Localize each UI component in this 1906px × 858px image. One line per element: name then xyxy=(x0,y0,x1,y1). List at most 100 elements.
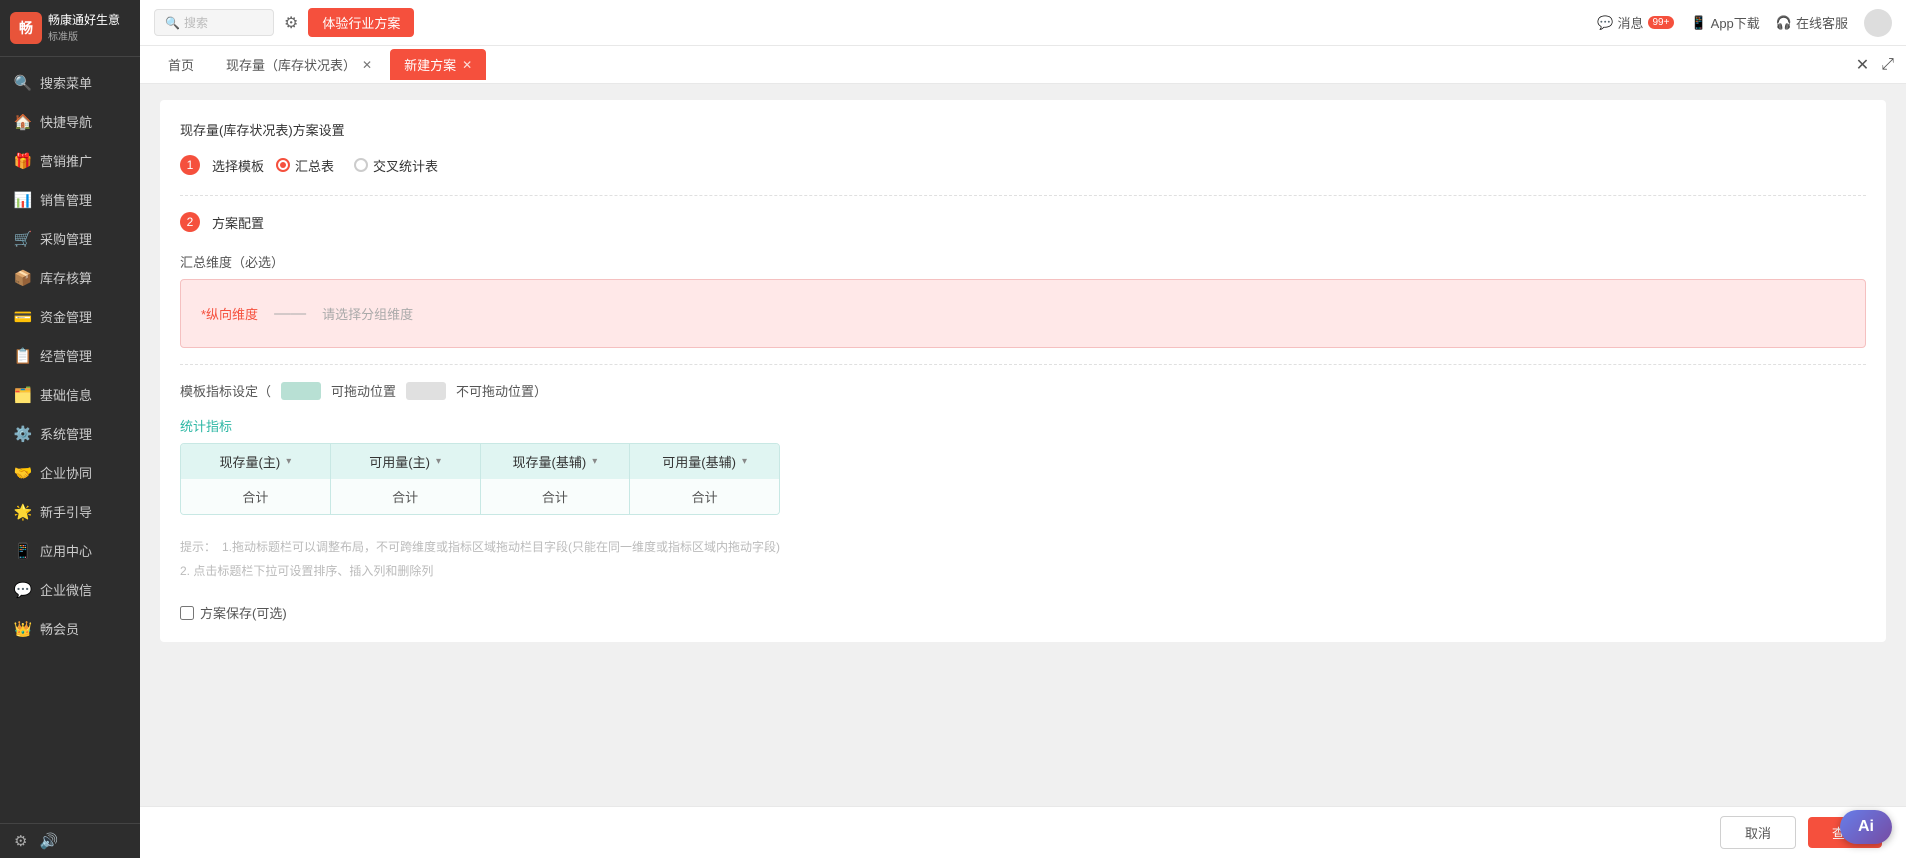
marketing-icon: 🎁 xyxy=(14,152,32,170)
col2-chevron-icon: ▾ xyxy=(436,456,441,467)
tab-new-plan[interactable]: 新建方案 ✕ xyxy=(390,49,486,80)
sidebar-item-label: 搜索菜单 xyxy=(40,73,92,92)
col4-header[interactable]: 可用量(基辅) ▾ xyxy=(630,444,779,479)
col2-header[interactable]: 可用量(主) ▾ xyxy=(331,444,481,479)
basic-info-icon: 🗂️ xyxy=(14,386,32,404)
dimension-area[interactable]: *纵向维度 —— 请选择分组维度 xyxy=(180,279,1866,348)
tab-home[interactable]: 首页 xyxy=(154,49,208,80)
radio-summary[interactable]: 汇总表 xyxy=(276,156,334,175)
col2-sub: 合计 xyxy=(392,487,418,506)
step2-header: 2 方案配置 xyxy=(180,212,1866,232)
enterprise-wechat-icon: 💬 xyxy=(14,581,32,599)
sidebar-item-finance[interactable]: 💳 资金管理 xyxy=(0,297,140,336)
save-checkbox[interactable] xyxy=(180,606,194,620)
col1-body: 合计 xyxy=(181,479,331,514)
stats-table: 现存量(主) ▾ 可用量(主) ▾ 现存量(基辅) ▾ 可用量(基辅) ▾ xyxy=(180,443,780,515)
dim-arrow: —— xyxy=(274,305,306,323)
sidebar-item-marketing[interactable]: 🎁 营销推广 xyxy=(0,141,140,180)
expand-icon[interactable]: ⤢ xyxy=(1877,52,1898,78)
home-tab-label: 首页 xyxy=(168,55,194,74)
indicator-label-text: 模板指标设定（ xyxy=(180,381,271,400)
new-tab-close-icon[interactable]: ✕ xyxy=(462,58,472,72)
settings-icon[interactable]: ⚙ xyxy=(14,832,27,850)
app-download-label: App下载 xyxy=(1711,13,1760,32)
sidebar-item-system[interactable]: ⚙️ 系统管理 xyxy=(0,414,140,453)
col4-label: 可用量(基辅) xyxy=(662,452,736,471)
tip-1: 1.拖动标题栏可以调整布局，不可跨维度或指标区域拖动栏目字段(只能在同一维度或指… xyxy=(222,535,780,559)
cancel-button[interactable]: 取消 xyxy=(1720,816,1796,849)
sidebar-item-inventory[interactable]: 📦 库存核算 xyxy=(0,258,140,297)
col1-chevron-icon: ▾ xyxy=(286,456,291,467)
tip-line-2: 2. 点击标题栏下拉可设置排序、插入列和删除列 xyxy=(180,559,1866,583)
search-box[interactable]: 🔍 搜索 xyxy=(154,9,274,36)
sidebar-item-cooperation[interactable]: 🤝 企业协同 xyxy=(0,453,140,492)
col2-body: 合计 xyxy=(331,479,481,514)
message-icon: 💬 xyxy=(1597,15,1613,31)
sidebar-item-label: 基础信息 xyxy=(40,385,92,404)
ai-fab-button[interactable]: Ai xyxy=(1840,810,1892,844)
sidebar-item-purchase[interactable]: 🛒 采购管理 xyxy=(0,219,140,258)
new-tab-label: 新建方案 xyxy=(404,55,456,74)
radio-cross-dot xyxy=(354,158,368,172)
tip-line-1: 提示： 1.拖动标题栏可以调整布局，不可跨维度或指标区域拖动栏目字段(只能在同一… xyxy=(180,535,1866,559)
sidebar-item-label: 库存核算 xyxy=(40,268,92,287)
page-title: 现存量(库存状况表)方案设置 xyxy=(180,120,1866,139)
topbar-right: 💬 消息 99+ 📱 App下载 🎧 在线客服 xyxy=(1597,9,1892,37)
col3-header[interactable]: 现存量(基辅) ▾ xyxy=(481,444,631,479)
trial-btn[interactable]: 体验行业方案 xyxy=(308,8,414,37)
message-item[interactable]: 💬 消息 99+ xyxy=(1597,13,1674,32)
radio-cross[interactable]: 交叉统计表 xyxy=(354,156,438,175)
finance-icon: 💳 xyxy=(14,308,32,326)
radio-cross-label: 交叉统计表 xyxy=(373,156,438,175)
tab-inventory[interactable]: 现存量（库存状况表） ✕ xyxy=(212,49,386,80)
sidebar-item-label: 销售管理 xyxy=(40,190,92,209)
topbar: 🔍 搜索 ⚙ 体验行业方案 💬 消息 99+ 📱 App下载 🎧 在线客服 xyxy=(140,0,1906,46)
radio-summary-dot xyxy=(276,158,290,172)
sound-icon[interactable]: 🔊 xyxy=(39,832,58,850)
app-download-item[interactable]: 📱 App下载 xyxy=(1690,13,1759,32)
footer-bar: 取消 查询 xyxy=(140,806,1906,858)
operations-icon: 📋 xyxy=(14,347,32,365)
col1-label: 现存量(主) xyxy=(220,452,281,471)
app-edition: 标准版 xyxy=(48,28,120,43)
dim-divider xyxy=(180,364,1866,365)
col1-header[interactable]: 现存量(主) ▾ xyxy=(181,444,331,479)
purchase-icon: 🛒 xyxy=(14,230,32,248)
sidebar-item-new-guide[interactable]: 🌟 新手引导 xyxy=(0,492,140,531)
app-logo: 畅 畅康通好生意 标准版 xyxy=(0,0,140,57)
search-icon: 🔍 xyxy=(165,16,180,30)
sidebar-item-operations[interactable]: 📋 经营管理 xyxy=(0,336,140,375)
gear-icon[interactable]: ⚙ xyxy=(284,13,298,33)
sidebar-item-sales[interactable]: 📊 销售管理 xyxy=(0,180,140,219)
sidebar-item-app-center[interactable]: 📱 应用中心 xyxy=(0,531,140,570)
headset-icon: 🎧 xyxy=(1776,15,1792,31)
phone-icon: 📱 xyxy=(1690,15,1706,31)
save-label: 方案保存(可选) xyxy=(200,603,287,622)
membership-icon: 👑 xyxy=(14,620,32,638)
sidebar-item-label: 资金管理 xyxy=(40,307,92,326)
sidebar-item-search-menu[interactable]: 🔍 搜索菜单 xyxy=(0,63,140,102)
sidebar-item-membership[interactable]: 👑 畅会员 xyxy=(0,609,140,648)
inventory-icon: 📦 xyxy=(14,269,32,287)
radio-summary-label: 汇总表 xyxy=(295,156,334,175)
tips-title: 提示： xyxy=(180,535,216,559)
sidebar-bottom: ⚙ 🔊 xyxy=(0,823,140,858)
dim-required-label: *纵向维度 xyxy=(201,304,258,323)
draggable-label: 可拖动位置 xyxy=(331,381,396,400)
inventory-tab-close-icon[interactable]: ✕ xyxy=(362,58,372,72)
new-guide-icon: 🌟 xyxy=(14,503,32,521)
user-avatar[interactable] xyxy=(1864,9,1892,37)
app-icon: 畅 xyxy=(10,12,42,44)
close-icon[interactable]: ✕ xyxy=(1852,51,1873,79)
sidebar-item-basic-info[interactable]: 🗂️ 基础信息 xyxy=(0,375,140,414)
sales-icon: 📊 xyxy=(14,191,32,209)
sidebar-item-quick-nav[interactable]: 🏠 快捷导航 xyxy=(0,102,140,141)
online-service-item[interactable]: 🎧 在线客服 xyxy=(1776,13,1848,32)
sidebar-item-enterprise-wechat[interactable]: 💬 企业微信 xyxy=(0,570,140,609)
sidebar-item-label: 应用中心 xyxy=(40,541,92,560)
indicator-row: 模板指标设定（ 可拖动位置 不可拖动位置） xyxy=(180,381,1866,400)
col3-sub: 合计 xyxy=(542,487,568,506)
content-area: 现存量(库存状况表)方案设置 1 选择模板 汇总表 交叉统计表 xyxy=(140,84,1906,806)
col3-chevron-icon: ▾ xyxy=(592,456,597,467)
sidebar-item-label: 经营管理 xyxy=(40,346,92,365)
